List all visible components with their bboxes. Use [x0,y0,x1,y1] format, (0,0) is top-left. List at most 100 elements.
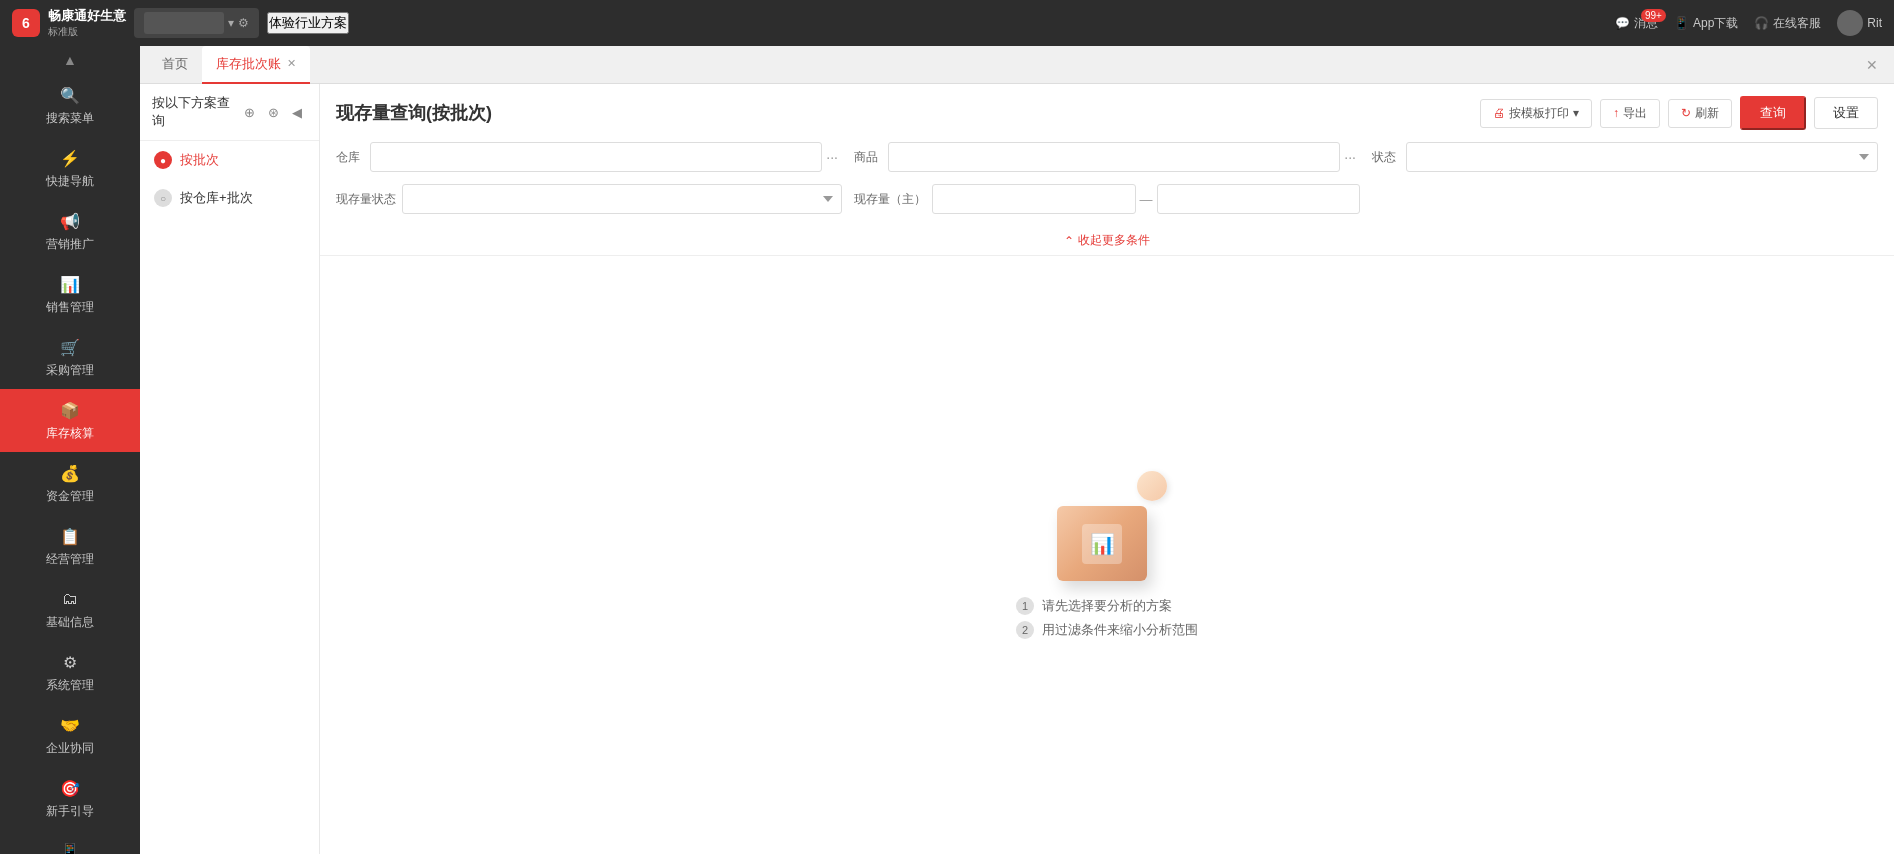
sidebar-item-system[interactable]: ⚙ 系统管理 [0,641,140,704]
sales-icon: 📊 [59,273,81,295]
box-decoration [1137,471,1167,501]
left-panel-header: 按以下方案查询 ⊕ ⊛ ◀ [140,84,319,141]
tab-inventory-batch[interactable]: 库存批次账 ✕ [202,46,310,84]
settings-icon[interactable]: ⚙ [238,16,249,30]
inventory-range: — [932,184,1360,214]
sidebar-item-label: 资金管理 [46,488,94,505]
print-icon: 🖨 [1493,106,1505,120]
export-button[interactable]: ↑ 导出 [1600,99,1660,128]
refresh-icon: ↻ [1681,106,1691,120]
empty-illustration: 📊 [1047,471,1167,581]
sidebar-item-enterprise[interactable]: 🤝 企业协同 [0,704,140,767]
settings-button[interactable]: 设置 [1814,97,1878,129]
dropdown-icon[interactable]: ▾ [228,16,234,30]
brand-info: 畅康通好生意 标准版 [48,8,126,38]
sidebar-item-marketing[interactable]: 📢 营销推广 [0,200,140,263]
sidebar-item-newbie[interactable]: 🎯 新手引导 [0,767,140,830]
status-field: 状态 全部 正常 停用 [1372,142,1878,172]
user-nav[interactable]: Rit [1837,10,1882,36]
export-label: 导出 [1623,105,1647,122]
sidebar-item-basics[interactable]: 🗂 基础信息 [0,578,140,641]
sidebar-item-inventory[interactable]: 📦 库存核算 [0,389,140,452]
sidebar-item-purchase[interactable]: 🛒 采购管理 [0,326,140,389]
apps-icon: 📱 [59,840,81,854]
template-print-button[interactable]: 🖨 按模板打印 ▾ [1480,99,1592,128]
plan-label: 按批次 [180,151,219,169]
basics-icon: 🗂 [59,588,81,610]
plan-label: 按仓库+批次 [180,189,253,207]
plan-item-by-warehouse-batch[interactable]: ○ 按仓库+批次 [140,179,319,217]
export-icon: ↑ [1613,106,1619,120]
newbie-icon: 🎯 [59,777,81,799]
toolbar-buttons: 🖨 按模板打印 ▾ ↑ 导出 ↻ 刷新 [1480,96,1878,130]
plan-item-by-batch[interactable]: ● 按批次 [140,141,319,179]
tab-home[interactable]: 首页 [148,46,202,84]
inventory-status-label: 现存量状态 [336,191,396,208]
inventory-main-label: 现存量（主） [854,191,926,208]
warehouse-more-icon[interactable]: ··· [826,149,838,165]
brand-edition: 标准版 [48,25,126,38]
tab-home-label: 首页 [162,55,188,73]
empty-state: 📊 1 请先选择要分析的方案 2 用过滤条件来缩小分析范围 [320,256,1894,854]
search-input-display [144,12,224,34]
sidebar-item-operations[interactable]: 📋 经营管理 [0,515,140,578]
plan-icon-inactive: ○ [154,189,172,207]
inventory-status-select[interactable]: 全部 [402,184,842,214]
collapse-more-conditions[interactable]: ⌃ 收起更多条件 [336,226,1878,255]
page-content: 按以下方案查询 ⊕ ⊛ ◀ ● 按批次 ○ 按仓库+批次 [140,84,1894,854]
sidebar-item-sales[interactable]: 📊 销售管理 [0,263,140,326]
product-more-icon[interactable]: ··· [1344,149,1356,165]
hint-num-2: 2 [1016,621,1034,639]
message-badge: 99+ [1641,9,1666,22]
dropdown-icon[interactable]: ▾ [1573,106,1579,120]
left-panel: 按以下方案查询 ⊕ ⊛ ◀ ● 按批次 ○ 按仓库+批次 [140,84,320,854]
content-area: 首页 库存批次账 ✕ ✕ 按以下方案查询 ⊕ ⊛ ◀ [140,46,1894,854]
sidebar-item-search-menu[interactable]: 🔍 搜索菜单 [0,74,140,137]
app-download-nav[interactable]: 📱 App下载 [1674,15,1738,32]
hint-text-1: 请先选择要分析的方案 [1042,597,1172,615]
sidebar: ▲ 🔍 搜索菜单 ⚡ 快捷导航 📢 营销推广 📊 销售管理 🛒 采购管理 📦 库… [0,46,140,854]
inventory-from-input[interactable] [932,184,1136,214]
refresh-button[interactable]: ↻ 刷新 [1668,99,1732,128]
brand-logo: 6 [12,9,40,37]
avatar [1837,10,1863,36]
query-button[interactable]: 查询 [1740,96,1806,130]
sidebar-item-apps[interactable]: 📱 应用中心 [0,830,140,854]
header-left: 6 畅康通好生意 标准版 ▾ ⚙ 体验行业方案 [12,8,349,38]
box-shape: 📊 [1057,506,1147,581]
purchase-icon: 🛒 [59,336,81,358]
sidebar-item-label: 企业协同 [46,740,94,757]
online-service-nav[interactable]: 🎧 在线客服 [1754,15,1821,32]
collapse-panel-button[interactable]: ◀ [287,102,307,122]
status-select[interactable]: 全部 正常 停用 [1406,142,1878,172]
trial-button[interactable]: 体验行业方案 [267,12,349,34]
sidebar-item-quick-nav[interactable]: ⚡ 快捷导航 [0,137,140,200]
inventory-to-input[interactable] [1157,184,1361,214]
quick-nav-icon: ⚡ [59,147,81,169]
warehouse-input[interactable] [370,142,822,172]
settings-plan-button[interactable]: ⊛ [263,102,283,122]
tab-inventory-batch-label: 库存批次账 [216,55,281,73]
sidebar-scroll-up[interactable]: ▲ [0,46,140,74]
close-panel-icon[interactable]: ✕ [1858,57,1886,73]
sidebar-item-label: 经营管理 [46,551,94,568]
inventory-main-field: 现存量（主） — [854,184,1360,214]
messages-nav[interactable]: 💬 消息 99+ [1615,15,1658,32]
left-panel-title: 按以下方案查询 [152,94,239,130]
user-name: Rit [1867,16,1882,30]
tab-close-icon[interactable]: ✕ [287,57,296,70]
sidebar-item-label: 营销推广 [46,236,94,253]
filter-row-2: 现存量状态 全部 现存量（主） — [336,184,1878,214]
product-input[interactable] [888,142,1340,172]
product-field: 商品 ··· [854,142,1360,172]
marketing-icon: 📢 [59,210,81,232]
brand-name: 畅康通好生意 [48,8,126,25]
header-search-area[interactable]: ▾ ⚙ [134,8,259,38]
box-inner: 📊 [1082,524,1122,564]
add-plan-button[interactable]: ⊕ [239,102,259,122]
empty-hint-2: 2 用过滤条件来缩小分析范围 [1016,621,1198,639]
app-download-label: App下载 [1693,15,1738,32]
sidebar-item-finance[interactable]: 💰 资金管理 [0,452,140,515]
operations-icon: 📋 [59,525,81,547]
tabs-bar: 首页 库存批次账 ✕ ✕ [140,46,1894,84]
